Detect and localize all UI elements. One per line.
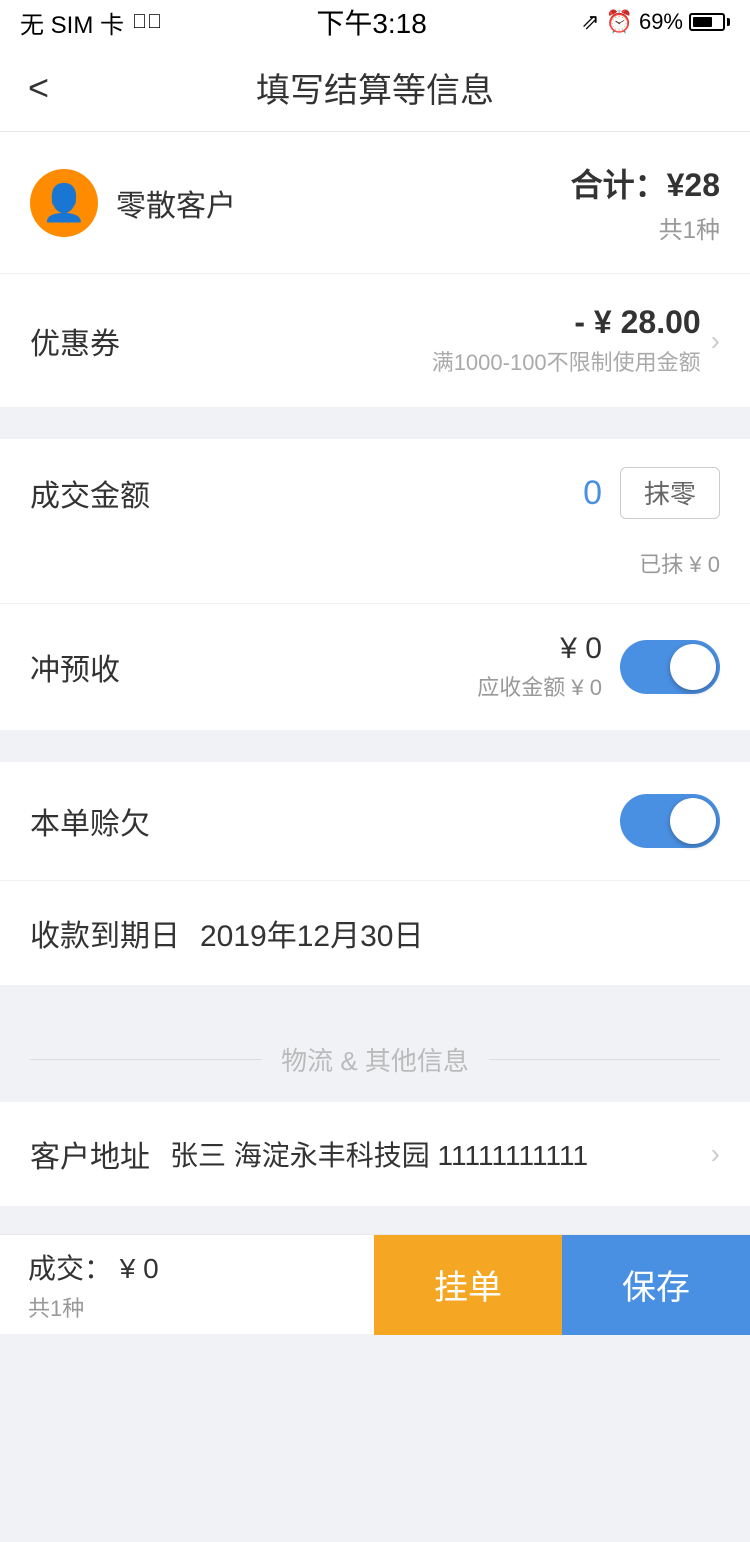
due-date-value: 2019年12月30日 — [200, 911, 423, 955]
logistics-line-right — [489, 1059, 720, 1060]
customer-name: 零散客户 — [116, 181, 236, 225]
section-divider-1 — [0, 423, 750, 439]
coupon-label: 优惠券 — [30, 319, 120, 363]
status-bar: 无 SIM 卡 ⊙⃝ 下午3:18 ⇗ ⏰ 69% — [0, 0, 750, 44]
debit-card: 本单赊欠 收款到期日 2019年12月30日 — [0, 762, 750, 985]
deal-amount-input[interactable] — [522, 474, 602, 513]
customer-card: 👤 零散客户 合计：¥28 共1种 优惠券 - ¥ 28.00 满1000-10… — [0, 132, 750, 407]
nav-bar: < 填写结算等信息 — [0, 44, 750, 132]
section-divider-2 — [0, 746, 750, 762]
deal-amount-label: 成交金额 — [30, 471, 150, 515]
debit-row: 本单赊欠 — [0, 762, 750, 880]
coupon-row[interactable]: 优惠券 - ¥ 28.00 满1000-100不限制使用金额 › — [0, 273, 750, 407]
chong-amount-block: ¥ 0 应收金额 ¥ 0 — [477, 632, 602, 702]
deal-prefix: 成交： — [28, 1253, 112, 1284]
customer-total: 合计：¥28 共1种 — [571, 160, 720, 245]
location-icon: ⇗ — [581, 9, 599, 35]
chong-amount: ¥ 0 — [477, 632, 602, 666]
customer-row: 👤 零散客户 合计：¥28 共1种 — [0, 132, 750, 273]
chong-label: 冲预收 — [30, 645, 120, 689]
logistics-line-left — [30, 1059, 261, 1060]
battery-percent: 69% — [639, 9, 683, 35]
total-amount: 合计：¥28 — [571, 160, 720, 206]
due-date-row: 收款到期日 2019年12月30日 — [0, 880, 750, 985]
total-count: 共1种 — [571, 210, 720, 245]
avatar-icon: 👤 — [42, 182, 87, 224]
back-button[interactable]: < — [28, 67, 49, 109]
chong-toggle[interactable] — [620, 640, 720, 694]
debit-label: 本单赊欠 — [30, 799, 150, 843]
logistics-text: 物流 & 其他信息 — [281, 1041, 469, 1078]
address-chevron-icon: › — [711, 1138, 720, 1170]
deal-amount-right: 抹零 — [522, 467, 720, 519]
wifi-icon: ⊙⃝ — [132, 11, 162, 34]
chong-yushou-row: 冲预收 ¥ 0 应收金额 ¥ 0 — [0, 603, 750, 730]
bottom-bar: 成交： ¥ 0 共1种 挂单 保存 — [0, 1234, 750, 1334]
round-zero-button[interactable]: 抹零 — [620, 467, 720, 519]
already-zeroed-row: 已抹 ¥ 0 — [0, 547, 750, 603]
deal-amount-card: 成交金额 抹零 已抹 ¥ 0 冲预收 ¥ 0 应收金额 ¥ 0 — [0, 439, 750, 730]
save-button[interactable]: 保存 — [562, 1235, 750, 1335]
chong-right: ¥ 0 应收金额 ¥ 0 — [477, 632, 720, 702]
bottom-summary: 成交： ¥ 0 共1种 — [0, 1247, 374, 1323]
due-date-label: 收款到期日 — [30, 911, 180, 955]
status-right: ⇗ ⏰ 69% — [581, 9, 730, 35]
carrier-text: 无 SIM 卡 — [20, 5, 124, 40]
address-card: 客户地址 张三 海淀永丰科技园 11111111111 › — [0, 1102, 750, 1206]
coupon-discount: - ¥ 28.00 — [432, 304, 701, 341]
coupon-desc: 满1000-100不限制使用金额 — [432, 345, 701, 377]
status-time: 下午3:18 — [316, 2, 427, 42]
hold-button[interactable]: 挂单 — [374, 1235, 562, 1335]
page-title: 填写结算等信息 — [256, 63, 494, 112]
already-zeroed-text: 已抹 ¥ 0 — [639, 547, 720, 579]
debit-toggle[interactable] — [620, 794, 720, 848]
alarm-icon: ⏰ — [606, 9, 633, 35]
address-label: 客户地址 — [30, 1132, 150, 1176]
bottom-deal-text: 成交： ¥ 0 — [28, 1247, 346, 1287]
status-left: 无 SIM 卡 ⊙⃝ — [20, 5, 162, 40]
address-value: 张三 海淀永丰科技园 11111111111 — [170, 1134, 691, 1174]
deal-amount-bottom: ¥ 0 — [120, 1253, 159, 1284]
customer-left: 👤 零散客户 — [30, 169, 236, 237]
coupon-value-block: - ¥ 28.00 满1000-100不限制使用金额 — [432, 304, 701, 377]
chevron-right-icon: › — [711, 325, 720, 357]
logistics-divider: 物流 & 其他信息 — [0, 1017, 750, 1102]
chong-sub: 应收金额 ¥ 0 — [477, 670, 602, 702]
section-divider-3 — [0, 1001, 750, 1017]
bottom-count: 共1种 — [28, 1291, 346, 1323]
battery-icon — [689, 13, 730, 31]
address-row[interactable]: 客户地址 张三 海淀永丰科技园 11111111111 › — [0, 1102, 750, 1206]
avatar: 👤 — [30, 169, 98, 237]
coupon-right: - ¥ 28.00 满1000-100不限制使用金额 › — [432, 304, 720, 377]
deal-amount-row: 成交金额 抹零 — [0, 439, 750, 547]
